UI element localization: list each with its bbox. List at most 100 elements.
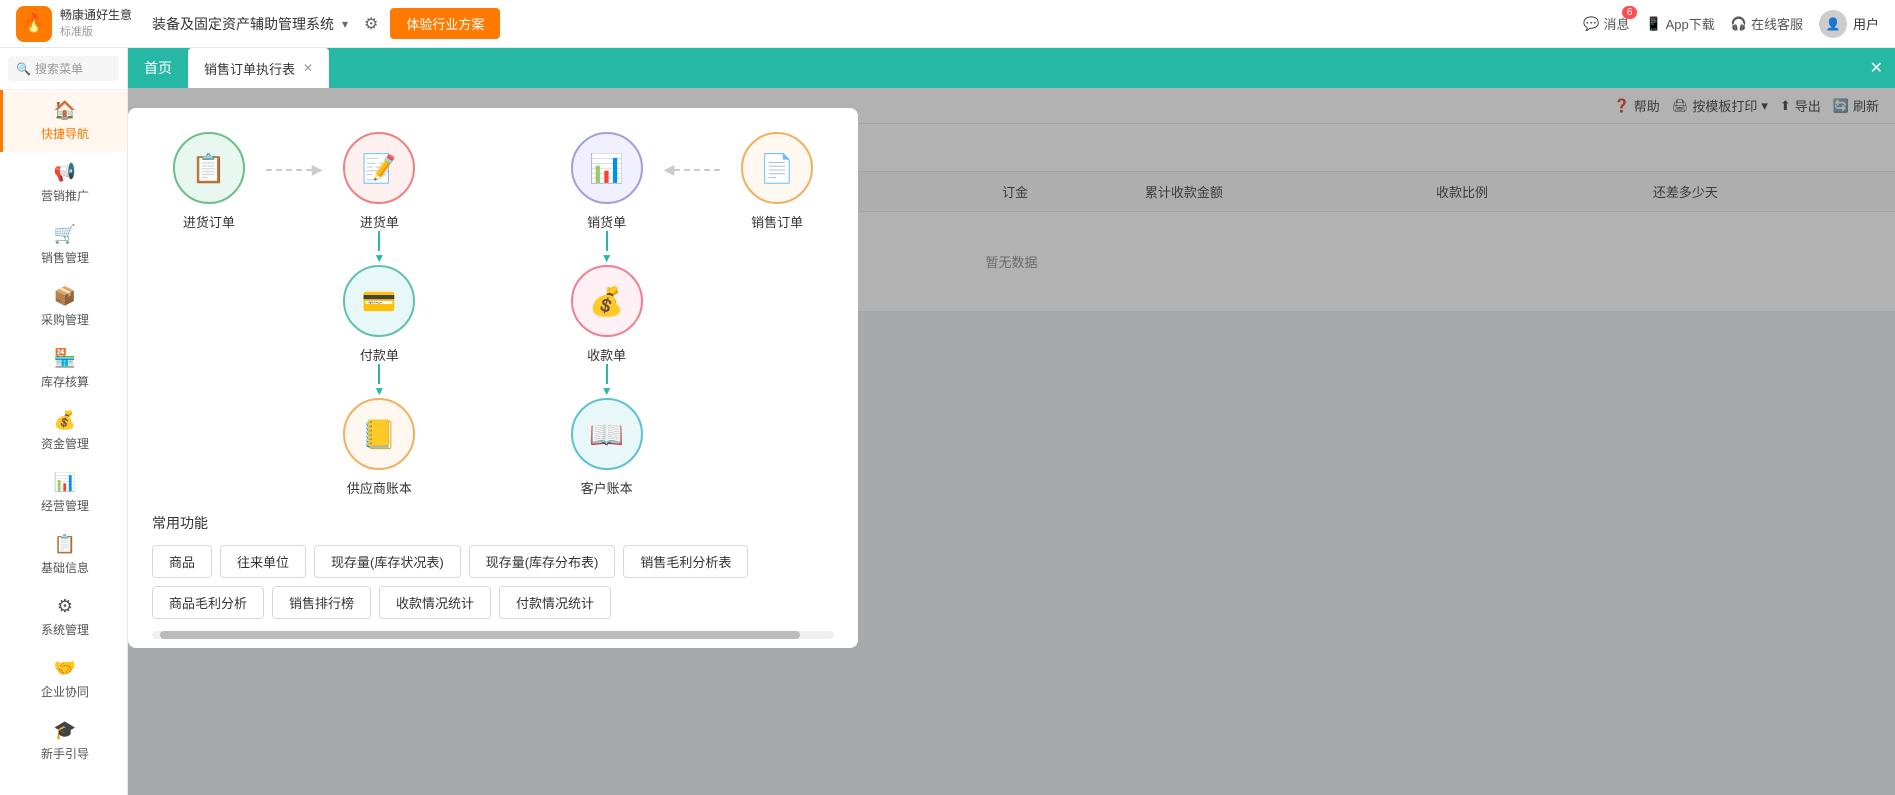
spacer-a4 <box>720 231 834 265</box>
arrow-left-icon: ◀ <box>664 161 675 178</box>
modal-overlay[interactable]: 📋 进货订单 ▶ <box>128 88 1895 795</box>
flow-diagram: 📋 进货订单 ▶ <box>152 132 834 497</box>
newbie-label: 新手引导 <box>41 745 89 762</box>
sidebar-item-basic-info[interactable]: 📋 基础信息 <box>0 524 127 586</box>
common-func-section: 常用功能 商品 往来单位 现存量(库存状况表) 现存量(库存分布表) 销售毛利分… <box>152 513 834 619</box>
func-btn-payment-stat[interactable]: 付款情况统计 <box>499 586 611 619</box>
func-btn-partner[interactable]: 往来单位 <box>220 545 306 578</box>
arrow-right-icon: ▶ <box>312 161 323 178</box>
customer-ledger-icon: 📖 <box>589 418 624 451</box>
customer-ledger-circle[interactable]: 📖 <box>571 398 643 470</box>
supplier-ledger-label: 供应商账本 <box>347 478 412 497</box>
sidebar-search-area[interactable]: 🔍 搜索菜单 <box>0 48 127 90</box>
online-service-item[interactable]: 🎧 在线客服 <box>1731 14 1803 33</box>
sidebar-nav: 🏠 快捷导航 📢 营销推广 🛒 销售管理 📦 采购管理 🏪 库存核 <box>0 90 127 795</box>
arrow-down-pay: ▼ <box>323 364 437 398</box>
spacer-b5 <box>720 364 834 398</box>
operation-label: 经营管理 <box>41 497 89 514</box>
marketing-icon: 📢 <box>54 162 76 183</box>
flow-row-3: 📒 供应商账本 📖 客户账本 <box>152 398 834 497</box>
tab-close-icon[interactable]: ✕ <box>303 61 313 75</box>
system-dropdown-arrow[interactable]: ▾ <box>342 17 348 31</box>
purchase-order-circle[interactable]: 📋 <box>173 132 245 204</box>
app-download-item[interactable]: 📱 App下载 <box>1645 14 1714 33</box>
receipt-circle[interactable]: 💰 <box>571 265 643 337</box>
experience-btn[interactable]: 体验行业方案 <box>390 8 500 39</box>
sales-slip-icon: 📊 <box>589 152 624 185</box>
message-item[interactable]: 💬 消息 6 <box>1583 14 1629 33</box>
func-btn-product[interactable]: 商品 <box>152 545 212 578</box>
purchase-slip-label: 进货单 <box>360 212 399 231</box>
purchase-slip-icon: 📝 <box>362 152 397 185</box>
tab-bar: 首页 销售订单执行表 ✕ ✕ <box>128 48 1895 88</box>
sales-slip-label: 销货单 <box>587 212 626 231</box>
sales-slip-circle[interactable]: 📊 <box>571 132 643 204</box>
flow-node-supplier-ledger: 📒 供应商账本 <box>323 398 437 497</box>
sidebar-item-system[interactable]: ⚙ 系统管理 <box>0 586 127 648</box>
search-icon: 🔍 <box>16 62 31 76</box>
top-bar-right: 💬 消息 6 📱 App下载 🎧 在线客服 👤 用户 <box>1583 10 1879 38</box>
system-title-area: 装备及固定资产辅助管理系统 ▾ ⚙ <box>152 14 378 34</box>
logo-icon: 🔥 <box>16 6 52 42</box>
sidebar-item-newbie[interactable]: 🎓 新手引导 <box>0 710 127 772</box>
tab-close-right[interactable]: ✕ <box>1870 58 1883 78</box>
arrow-down-ps: ▼ <box>323 231 437 265</box>
flow-arrows-row-2: ▼ ▼ <box>152 364 834 398</box>
logo-subtext: 标准版 <box>60 23 132 39</box>
func-btn-product-margin[interactable]: 商品毛利分析 <box>152 586 264 619</box>
spacer-b4 <box>664 364 721 398</box>
tab-sales-order[interactable]: 销售订单执行表 ✕ <box>188 48 329 88</box>
user-area[interactable]: 👤 用户 <box>1819 10 1879 38</box>
arrow-po-ps: ▶ <box>266 161 323 178</box>
modal-scrollbar[interactable] <box>152 631 834 639</box>
sidebar-search-inner[interactable]: 🔍 搜索菜单 <box>8 56 119 81</box>
online-service-label: 在线客服 <box>1751 14 1803 33</box>
marketing-label: 营销推广 <box>41 187 89 204</box>
app-download-label: App下载 <box>1666 14 1715 33</box>
func-btn-inventory-dist[interactable]: 现存量(库存分布表) <box>469 545 616 578</box>
basic-info-icon: 📋 <box>54 534 76 555</box>
logo-area: 🔥 畅康通好生意 标准版 <box>16 6 132 42</box>
func-btn-sales-rank[interactable]: 销售排行榜 <box>272 586 371 619</box>
tab-home[interactable]: 首页 <box>128 48 188 88</box>
sidebar-item-sales[interactable]: 🛒 销售管理 <box>0 214 127 276</box>
sidebar: 🔍 搜索菜单 🏠 快捷导航 📢 营销推广 🛒 销售管理 📦 <box>0 48 128 795</box>
payment-circle[interactable]: 💳 <box>343 265 415 337</box>
modal-scrollbar-thumb[interactable] <box>160 631 800 639</box>
spacer-b3 <box>436 364 550 398</box>
logo-text-group: 畅康通好生意 标准版 <box>60 8 132 40</box>
func-btn-sales-margin[interactable]: 销售毛利分析表 <box>623 545 748 578</box>
purchase-slip-circle[interactable]: 📝 <box>343 132 415 204</box>
sidebar-item-operation[interactable]: 📊 经营管理 <box>0 462 127 524</box>
operation-icon: 📊 <box>54 472 76 493</box>
sales-icon: 🛒 <box>54 224 76 245</box>
arrow-down-rec: ▼ <box>550 364 664 398</box>
sales-order-label: 销售订单 <box>751 212 803 231</box>
spacer-b1 <box>152 364 266 398</box>
sales-label: 销售管理 <box>41 249 89 266</box>
sidebar-item-quick-nav[interactable]: 🏠 快捷导航 <box>0 90 127 152</box>
supplier-ledger-circle[interactable]: 📒 <box>343 398 415 470</box>
settings-icon[interactable]: ⚙ <box>364 14 378 34</box>
purchase-order-label: 进货订单 <box>183 212 235 231</box>
app-download-icon: 📱 <box>1645 16 1661 32</box>
finance-label: 资金管理 <box>41 435 89 452</box>
sidebar-item-purchase[interactable]: 📦 采购管理 <box>0 276 127 338</box>
arrow-down-2: ▼ <box>601 251 613 265</box>
sidebar-item-finance[interactable]: 💰 资金管理 <box>0 400 127 462</box>
func-btn-receipt-stat[interactable]: 收款情况统计 <box>379 586 491 619</box>
message-badge: 6 <box>1622 6 1638 19</box>
sales-order-circle[interactable]: 📄 <box>741 132 813 204</box>
flow-row-2: 💳 付款单 💰 收款单 <box>152 265 834 364</box>
sidebar-item-enterprise[interactable]: 🤝 企业协同 <box>0 648 127 710</box>
payment-label: 付款单 <box>360 345 399 364</box>
supplier-ledger-icon: 📒 <box>362 418 397 451</box>
flow-node-sales-slip: 📊 销货单 <box>550 132 664 231</box>
system-label: 系统管理 <box>41 621 89 638</box>
sidebar-item-marketing[interactable]: 📢 营销推广 <box>0 152 127 214</box>
sidebar-item-inventory[interactable]: 🏪 库存核算 <box>0 338 127 400</box>
vline1 <box>378 231 380 251</box>
flow-row-1: 📋 进货订单 ▶ <box>152 132 834 231</box>
payment-icon: 💳 <box>362 285 397 318</box>
func-btn-inventory-status[interactable]: 现存量(库存状况表) <box>314 545 461 578</box>
